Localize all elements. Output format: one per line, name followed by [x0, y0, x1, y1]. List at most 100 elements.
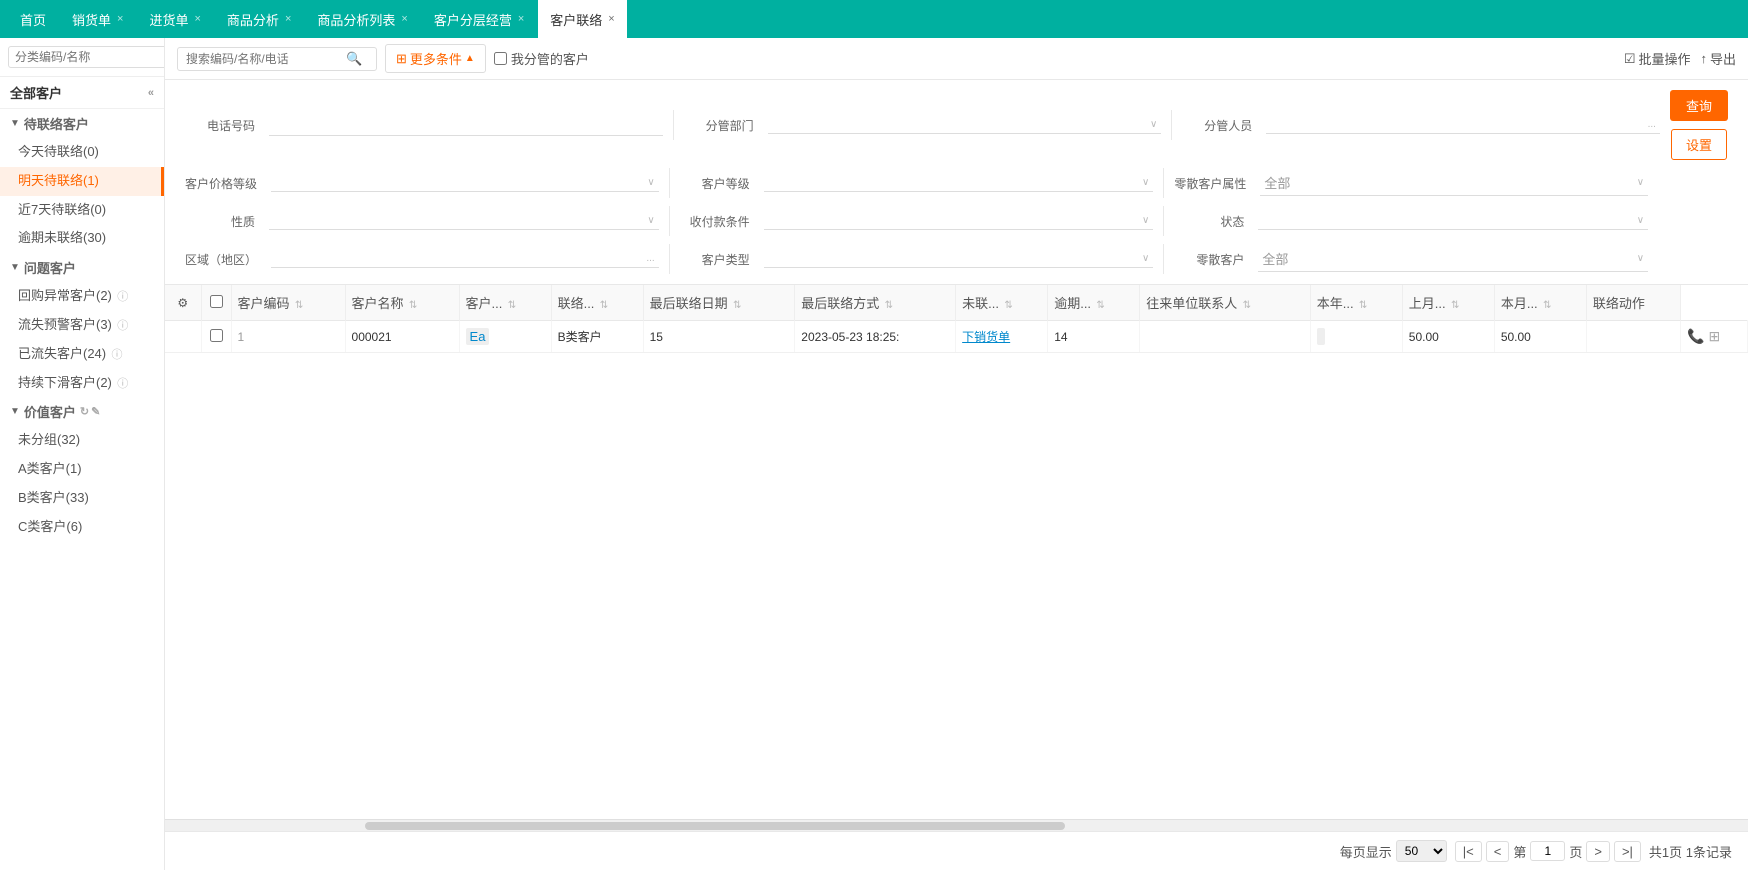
sidebar-item-class-a[interactable]: A类客户(1): [0, 455, 164, 484]
export-btn[interactable]: ↑ 导出: [1700, 49, 1736, 68]
settings-button[interactable]: 设置: [1671, 129, 1727, 160]
horizontal-scrollbar[interactable]: [165, 819, 1748, 831]
table-header-row: ⚙ 客户编码 ⇅ 客户名称 ⇅ 客户...: [165, 285, 1748, 321]
more-conditions-btn[interactable]: ⊞ 更多条件 ▲: [385, 44, 486, 73]
my-customers-checkbox[interactable]: [494, 52, 507, 65]
page-size-dropdown[interactable]: 50 100 200: [1396, 840, 1447, 862]
arrow-icon: ▼: [10, 118, 20, 129]
close-icon[interactable]: ×: [518, 13, 524, 25]
price-level-select[interactable]: ∨: [271, 174, 659, 192]
pending-section-header[interactable]: ▼ 待联络客户: [0, 109, 164, 138]
type-column-header[interactable]: 客户... ⇅: [459, 285, 551, 321]
price-level-field: 客户价格等级 ∨: [185, 174, 659, 192]
more-action-icon[interactable]: ⊞: [1708, 328, 1720, 345]
sidebar-item-today-pending[interactable]: 今天待联络(0): [0, 138, 164, 167]
sidebar-item-7days-pending[interactable]: 近7天待联络(0): [0, 196, 164, 225]
value-section-header[interactable]: ▼ 价值客户 ↻ ✎: [0, 397, 164, 426]
nav-purchase-order[interactable]: 进货单 ×: [137, 0, 212, 38]
problem-section-header[interactable]: ▼ 问题客户: [0, 253, 164, 282]
nav-customer-tier[interactable]: 客户分层经营 ×: [422, 0, 536, 38]
sidebar-item-ungrouped[interactable]: 未分组(32): [0, 426, 164, 455]
select-all-checkbox[interactable]: [210, 295, 223, 308]
dept-field: 分管部门 ∨: [684, 116, 1162, 134]
gender-select[interactable]: ∨: [269, 212, 659, 230]
settings-column-header[interactable]: ⚙: [165, 285, 201, 321]
first-page-button[interactable]: |<: [1455, 841, 1482, 862]
chevron-down-icon: ∨: [1637, 253, 1644, 264]
sidebar-item-declining[interactable]: 持续下滑客户(2) ⓘ: [0, 369, 164, 398]
chevron-down-icon: ∨: [1150, 119, 1157, 130]
name-column-header[interactable]: 客户名称 ⇅: [345, 285, 459, 321]
row-last-month: 50.00: [1494, 321, 1586, 353]
company-contact-header[interactable]: 往来单位联系人 ⇅: [1140, 285, 1310, 321]
nav-customer-contact[interactable]: 客户联络 ×: [538, 0, 626, 38]
contact-column-header[interactable]: 联络... ⇅: [551, 285, 643, 321]
row-name[interactable]: Ea: [459, 321, 551, 353]
customer-level-select[interactable]: ∨: [764, 174, 1154, 192]
sort-icon: ⇅: [885, 300, 893, 311]
search-icon[interactable]: 🔍: [346, 51, 362, 67]
region-select[interactable]: ...: [271, 250, 659, 268]
filter-icon: ⊞: [396, 51, 407, 67]
customer-table: ⚙ 客户编码 ⇅ 客户名称 ⇅ 客户...: [165, 285, 1748, 353]
close-icon[interactable]: ×: [285, 13, 291, 25]
batch-operation-btn[interactable]: ☑ 批量操作: [1624, 49, 1691, 68]
last-month-header[interactable]: 上月... ⇅: [1402, 285, 1494, 321]
chevron-down-icon: ∨: [1142, 177, 1149, 188]
not-contacted-header[interactable]: 未联... ⇅: [956, 285, 1048, 321]
close-icon[interactable]: ×: [194, 13, 200, 25]
retail-attr-select[interactable]: 全部 ∨: [1260, 170, 1648, 196]
chevron-down-icon: ∨: [1637, 177, 1644, 188]
nav-product-analysis[interactable]: 商品分析 ×: [215, 0, 303, 38]
ellipsis-icon: ...: [646, 253, 654, 264]
sidebar-item-overdue[interactable]: 逾期未联络(30): [0, 224, 164, 253]
refresh-icon[interactable]: ↻: [80, 405, 89, 418]
customer-type-select[interactable]: ∨: [764, 250, 1154, 268]
scroll-thumb[interactable]: [365, 822, 1065, 830]
sidebar-item-class-c[interactable]: C类客户(6): [0, 513, 164, 542]
row-checkbox-cell: [201, 321, 231, 353]
phone-action-icon[interactable]: 📞: [1687, 328, 1704, 345]
last-page-button[interactable]: >|: [1614, 841, 1641, 862]
retail-customer-select[interactable]: 全部 ∨: [1258, 246, 1648, 272]
phone-input[interactable]: [269, 115, 663, 136]
this-month-header[interactable]: 本月... ⇅: [1494, 285, 1586, 321]
sidebar-item-tomorrow-pending[interactable]: 明天待联络(1): [0, 167, 164, 196]
row-overdue: [1140, 321, 1310, 353]
row-checkbox[interactable]: [210, 329, 223, 342]
sidebar-search-area: 🔍: [0, 38, 164, 77]
query-button[interactable]: 查询: [1670, 90, 1728, 121]
page-number-input[interactable]: [1530, 841, 1565, 861]
next-page-button[interactable]: >: [1586, 841, 1610, 862]
sidebar-item-churn-warning[interactable]: 流失预警客户(3) ⓘ: [0, 311, 164, 340]
nav-home[interactable]: 首页: [8, 0, 58, 38]
sidebar-item-repurchase-abnormal[interactable]: 回购异常客户(2) ⓘ: [0, 282, 164, 311]
row-company-contact: [1310, 321, 1402, 353]
prev-page-button[interactable]: <: [1486, 841, 1510, 862]
last-contact-method-header[interactable]: 最后联络方式 ⇅: [795, 285, 956, 321]
edit-icon[interactable]: ✎: [91, 405, 100, 418]
sidebar-item-churned[interactable]: 已流失客户(24) ⓘ: [0, 340, 164, 369]
top-navigation: 首页 销货单 × 进货单 × 商品分析 × 商品分析列表 × 客户分层经营 × …: [0, 0, 1748, 38]
close-icon[interactable]: ×: [608, 13, 614, 25]
last-contact-date-header[interactable]: 最后联络日期 ⇅: [643, 285, 795, 321]
pagination: |< < 第 页 > >|: [1455, 841, 1641, 862]
dept-select[interactable]: ∨: [768, 116, 1162, 134]
code-column-header[interactable]: 客户编码 ⇅: [231, 285, 345, 321]
close-icon[interactable]: ×: [117, 13, 123, 25]
search-input[interactable]: [186, 52, 346, 66]
sidebar-item-class-b[interactable]: B类客户(33): [0, 484, 164, 513]
status-select[interactable]: ∨: [1258, 212, 1648, 230]
person-select[interactable]: ...: [1266, 116, 1660, 134]
my-customers-check[interactable]: 我分管的客户: [494, 49, 589, 68]
sidebar-search-input[interactable]: [8, 46, 165, 68]
row-last-contact-date: 2023-05-23 18:25:: [795, 321, 956, 353]
collapse-icon[interactable]: «: [148, 87, 154, 99]
row-last-contact-method[interactable]: 下销货单: [956, 321, 1048, 353]
this-year-header[interactable]: 本年... ⇅: [1310, 285, 1402, 321]
close-icon[interactable]: ×: [401, 13, 407, 25]
nav-sales-order[interactable]: 销货单 ×: [60, 0, 135, 38]
overdue-header[interactable]: 逾期... ⇅: [1048, 285, 1140, 321]
payment-select[interactable]: ∨: [764, 212, 1154, 230]
nav-product-analysis-list[interactable]: 商品分析列表 ×: [305, 0, 419, 38]
